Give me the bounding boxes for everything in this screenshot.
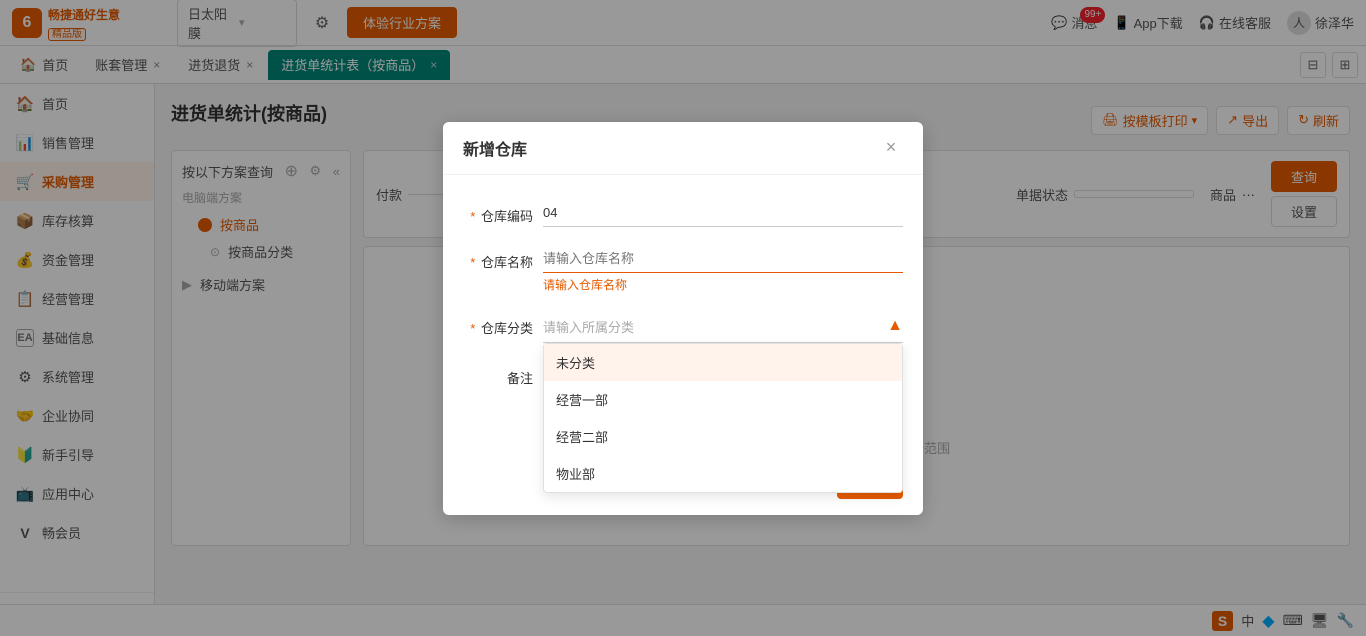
warehouse-category-row: * 仓库分类 请输入所属分类 ▲ 未分类 经营一部 经营二部 物业部 — [463, 311, 903, 343]
warehouse-code-row: * 仓库编码 — [463, 199, 903, 227]
dialog-body: * 仓库编码 * 仓库名称 请输入仓库名称 — [443, 175, 923, 458]
code-input[interactable] — [543, 199, 903, 227]
modal-overlay: 新增仓库 × * 仓库编码 * 仓库名称 — [0, 0, 1366, 636]
name-input[interactable] — [543, 245, 903, 273]
category-dropdown: 未分类 经营一部 经营二部 物业部 — [543, 343, 903, 493]
category-field: 请输入所属分类 ▲ 未分类 经营一部 经营二部 物业部 — [543, 311, 903, 343]
note-label: 备注 — [463, 361, 543, 387]
category-placeholder: 请输入所属分类 — [543, 317, 634, 336]
category-label: * 仓库分类 — [463, 311, 543, 337]
category-arrow-icon: ▲ — [887, 317, 903, 335]
dropdown-item-ops2[interactable]: 经营二部 — [544, 418, 902, 455]
dialog-close-button[interactable]: × — [879, 136, 903, 160]
dropdown-item-unclassified[interactable]: 未分类 — [544, 344, 902, 381]
name-field: 请输入仓库名称 — [543, 245, 903, 293]
dropdown-item-ops1[interactable]: 经营一部 — [544, 381, 902, 418]
code-label: * 仓库编码 — [463, 199, 543, 225]
new-warehouse-dialog: 新增仓库 × * 仓库编码 * 仓库名称 — [443, 122, 923, 515]
name-label: * 仓库名称 — [463, 245, 543, 271]
dropdown-item-property[interactable]: 物业部 — [544, 455, 902, 492]
warehouse-name-row: * 仓库名称 请输入仓库名称 — [463, 245, 903, 293]
name-error-msg: 请输入仓库名称 — [543, 276, 903, 293]
dialog-header: 新增仓库 × — [443, 122, 923, 175]
dialog-title: 新增仓库 — [463, 136, 527, 160]
category-select[interactable]: 请输入所属分类 ▲ — [543, 311, 903, 343]
code-field — [543, 199, 903, 227]
